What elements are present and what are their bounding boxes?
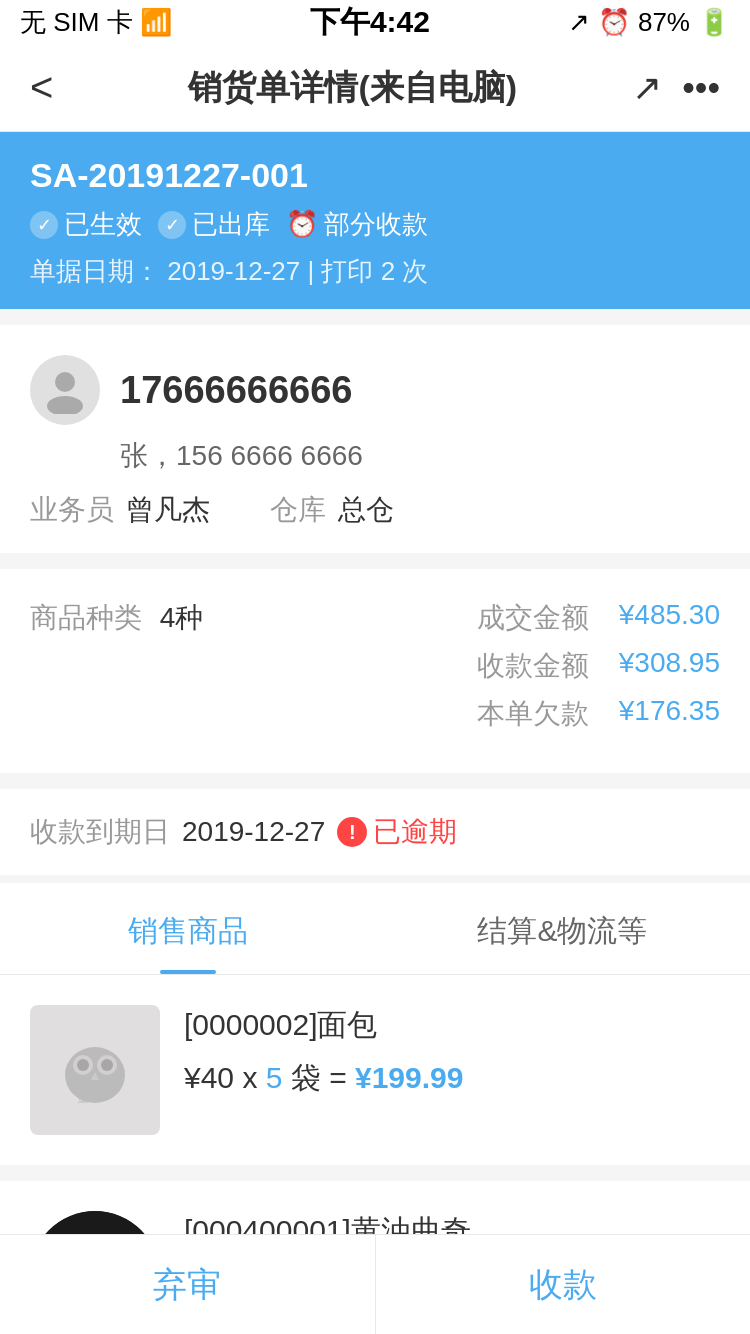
product-total-1: ¥199.99 [355,1061,463,1094]
sales-rep-label: 业务员 [30,491,114,529]
more-icon[interactable]: ••• [682,67,720,109]
svg-point-6 [101,1059,113,1071]
status-carrier: 无 SIM 卡 📶 [20,5,172,40]
nav-actions: ↗︎ ••• [632,67,720,109]
transaction-value: ¥485.30 [619,599,720,637]
status-shipped-label: 已出库 [192,207,270,242]
tab-settlement-logistics[interactable]: 结算&物流等 [375,883,750,974]
transaction-label: 成交金额 [477,599,589,637]
amount-info: 成交金额 ¥485.30 收款金额 ¥308.95 本单欠款 ¥176.35 [477,599,720,743]
received-row: 收款金额 ¥308.95 [477,647,720,685]
status-effective-label: 已生效 [64,207,142,242]
print-divider: | [307,256,321,286]
order-date-row: 单据日期： 2019-12-27 | 打印 2 次 [30,254,720,289]
share-icon[interactable]: ↗︎ [632,67,662,109]
status-time: 下午4:42 [310,2,430,43]
person-icon [41,366,89,414]
category-label: 商品种类 [30,602,142,633]
product-unit-price-1: ¥40 [184,1061,234,1094]
overdue-badge: ! 已逾期 [337,813,457,851]
owed-value: ¥176.35 [619,695,720,733]
order-header: SA-20191227-001 ✓ 已生效 ✓ 已出库 ⏰ 部分收款 单据日期：… [0,132,750,309]
alarm-icon: ⏰ [598,7,630,38]
transaction-row: 成交金额 ¥485.30 [477,599,720,637]
svg-point-5 [77,1059,89,1071]
confirm-button[interactable]: 收款 [376,1235,751,1334]
due-date: 2019-12-27 [182,816,325,848]
back-button[interactable]: < [30,65,73,110]
warehouse-label: 仓库 [270,491,326,529]
sales-rep: 业务员 曾凡杰 [30,491,210,529]
product-price-1: ¥40 x 5 袋 = ¥199.99 [184,1058,720,1099]
overdue-icon: ! [337,817,367,847]
customer-meta: 业务员 曾凡杰 仓库 总仓 [30,491,720,529]
status-effective: ✓ 已生效 [30,207,142,242]
category-value: 4种 [160,602,204,633]
status-partial: ⏰ 部分收款 [286,207,428,242]
product-info-1: [0000002]面包 ¥40 x 5 袋 = ¥199.99 [184,1005,720,1099]
order-id: SA-20191227-001 [30,156,720,195]
clock-icon: ⏰ [286,209,318,240]
product-owl-icon: 量+ [55,1030,135,1110]
page-title: 销货单详情(来自电脑) [73,65,632,111]
customer-id: 17666666666 [120,369,352,412]
received-value: ¥308.95 [619,647,720,685]
warehouse: 仓库 总仓 [270,491,394,529]
status-shipped: ✓ 已出库 [158,207,270,242]
tabs: 销售商品 结算&物流等 [0,883,750,975]
check-icon-1: ✓ [30,211,58,239]
order-status-row: ✓ 已生效 ✓ 已出库 ⏰ 部分收款 [30,207,720,242]
nav-bar: < 销货单详情(来自电脑) ↗︎ ••• [0,44,750,132]
avatar [30,355,100,425]
check-icon-2: ✓ [158,211,186,239]
order-date: 2019-12-27 [167,256,300,286]
owed-row: 本单欠款 ¥176.35 [477,695,720,733]
customer-row: 17666666666 [30,355,720,425]
svg-point-0 [55,372,75,392]
product-name-1: [0000002]面包 [184,1005,720,1046]
tab-sales-products[interactable]: 销售商品 [0,883,375,974]
summary-section: 商品种类 4种 成交金额 ¥485.30 收款金额 ¥308.95 本单欠款 ¥… [0,569,750,773]
warehouse-value: 总仓 [338,491,394,529]
overdue-text: 已逾期 [373,813,457,851]
customer-section: 17666666666 张，156 6666 6666 业务员 曾凡杰 仓库 总… [0,325,750,553]
svg-point-1 [47,396,83,414]
print-info: 打印 2 次 [321,256,428,286]
category-info: 商品种类 4种 [30,599,203,637]
owed-label: 本单欠款 [477,695,589,733]
product-image-1: 量+ [30,1005,160,1135]
location-icon: ↗ [568,7,590,38]
cancel-button[interactable]: 弃审 [0,1235,376,1334]
sales-rep-value: 曾凡杰 [126,491,210,529]
status-right: ↗ ⏰ 87% 🔋 [568,7,730,38]
date-label: 单据日期： [30,256,160,286]
battery-icon: 🔋 [698,7,730,38]
product-unit-1: 袋 [291,1061,321,1094]
status-partial-label: 部分收款 [324,207,428,242]
due-label: 收款到期日 [30,813,170,851]
battery-level: 87% [638,7,690,38]
received-label: 收款金额 [477,647,589,685]
customer-name: 张，156 6666 6666 [120,437,720,475]
svg-text:量+: 量+ [77,1091,96,1105]
product-qty-1: 5 [266,1061,283,1094]
bottom-bar: 弃审 收款 [0,1234,750,1334]
status-bar: 无 SIM 卡 📶 下午4:42 ↗ ⏰ 87% 🔋 [0,0,750,44]
table-row: 量+ [0000002]面包 ¥40 x 5 袋 = ¥199.99 [0,975,750,1165]
due-section: 收款到期日 2019-12-27 ! 已逾期 [0,789,750,883]
